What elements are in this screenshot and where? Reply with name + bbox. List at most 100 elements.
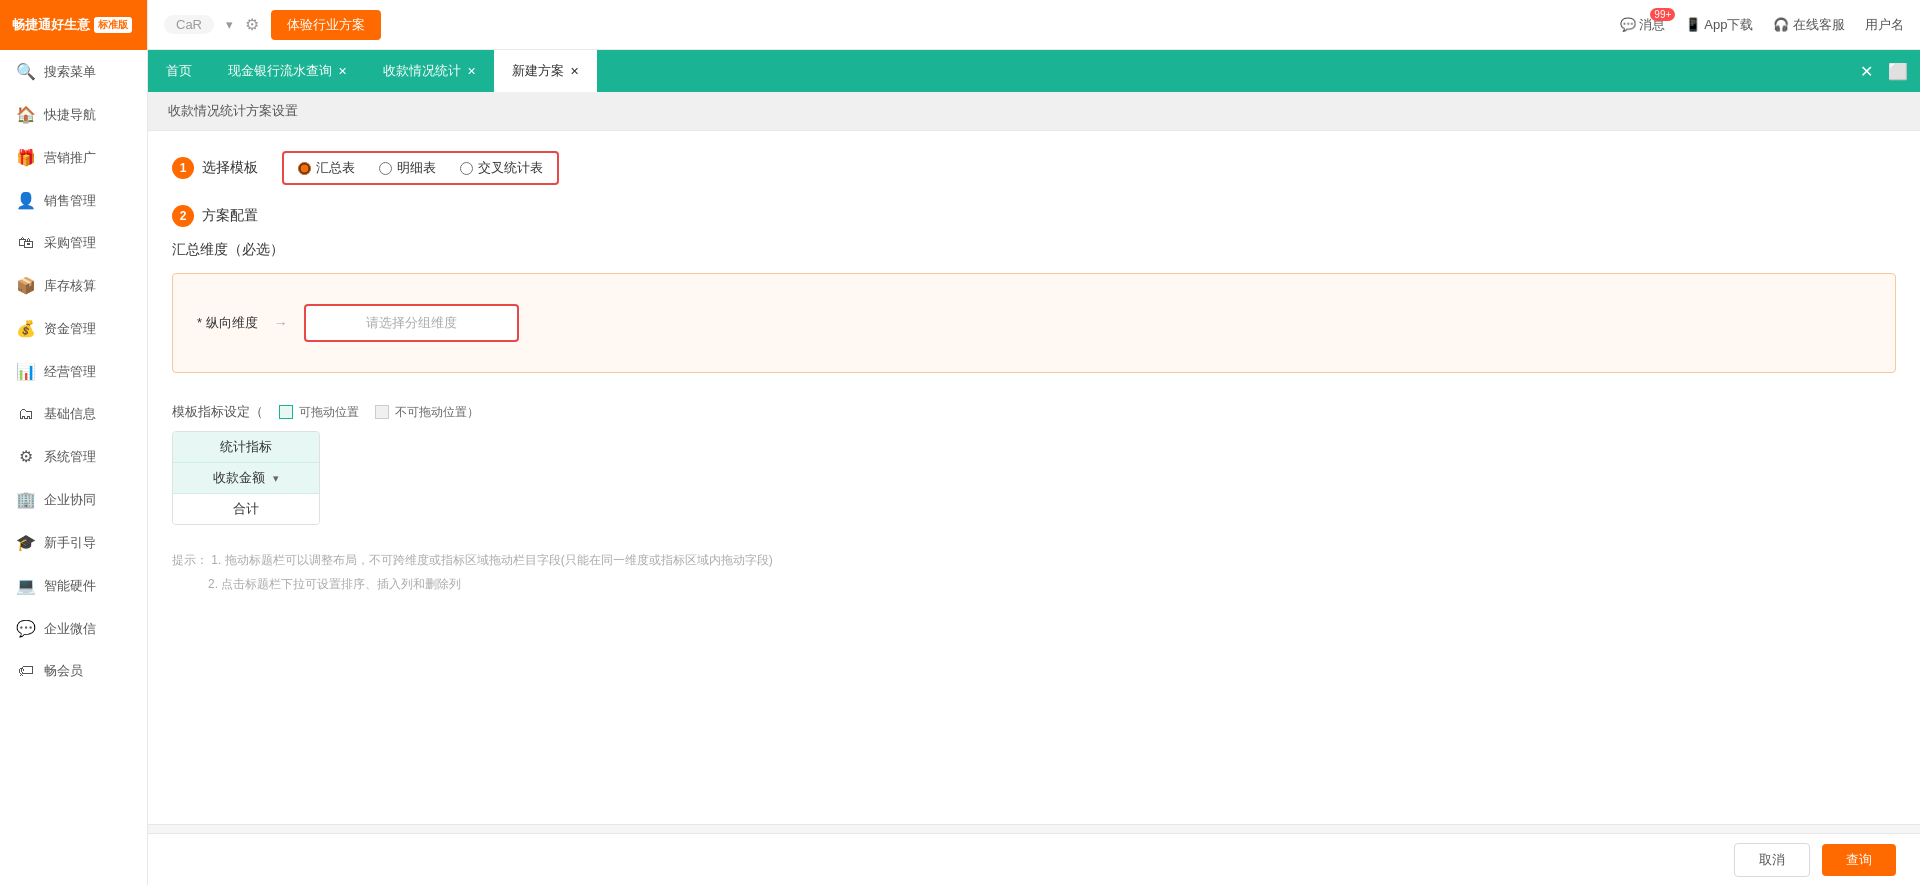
step1-section: 1 选择模板 汇总表 明细表 交叉统计表	[172, 151, 1896, 185]
online-service-button[interactable]: 🎧 在线客服	[1773, 16, 1845, 34]
tab-new-plan[interactable]: 新建方案 ✕	[494, 50, 597, 92]
sidebar-item-member[interactable]: 🏷 畅会员	[0, 650, 147, 692]
sidebar-item-label: 基础信息	[44, 405, 96, 423]
dimension-placeholder[interactable]: 请选择分组维度	[304, 304, 519, 342]
sidebar-item-label: 企业协同	[44, 491, 96, 509]
message-badge: 99+	[1650, 8, 1675, 21]
sidebar-item-label: 经营管理	[44, 363, 96, 381]
message-button[interactable]: 💬 消息 99+	[1620, 16, 1666, 34]
sidebar-item-sales[interactable]: 👤 销售管理	[0, 179, 147, 222]
sidebar-item-basic-info[interactable]: 🗂 基础信息	[0, 393, 147, 435]
logo: 畅捷通好生意 标准版	[0, 0, 147, 50]
sidebar-item-label: 资金管理	[44, 320, 96, 338]
radio-summary[interactable]: 汇总表	[298, 159, 355, 177]
quick-nav-icon: 🏠	[16, 105, 36, 124]
radio-detail-label: 明细表	[397, 159, 436, 177]
tips-prefix: 提示：	[172, 553, 208, 567]
app-download-button[interactable]: 📱 App下载	[1685, 16, 1753, 34]
content-area: 收款情况统计方案设置 1 选择模板 汇总表 明细表	[148, 92, 1920, 833]
marketing-icon: 🎁	[16, 148, 36, 167]
indicator-table-header: 统计指标	[173, 432, 319, 463]
form-area: 1 选择模板 汇总表 明细表 交叉统计表	[148, 131, 1920, 824]
operation-icon: 📊	[16, 362, 36, 381]
tip1-text: 1. 拖动标题栏可以调整布局，不可跨维度或指标区域拖动栏目字段(只能在同一维度或…	[211, 553, 772, 567]
sidebar-item-marketing[interactable]: 🎁 营销推广	[0, 136, 147, 179]
member-icon: 🏷	[16, 662, 36, 680]
user-info[interactable]: 用户名	[1865, 16, 1904, 34]
sidebar-item-quick-nav[interactable]: 🏠 快捷导航	[0, 93, 147, 136]
guide-icon: 🎓	[16, 533, 36, 552]
dimension-arrow: →	[274, 315, 288, 331]
movable-legend: 可拖动位置	[279, 404, 359, 421]
smart-hw-icon: 💻	[16, 576, 36, 595]
system-icon: ⚙	[16, 447, 36, 466]
logo-text: 畅捷通好生意	[12, 17, 90, 33]
col1-dropdown-icon[interactable]: ▾	[273, 472, 279, 485]
col1-row-text: 合计	[233, 501, 259, 516]
vertical-dim-label: * 纵向维度	[197, 314, 258, 332]
search-menu-icon: 🔍	[16, 62, 36, 81]
tab-bank-flow-close[interactable]: ✕	[338, 65, 347, 78]
bottom-action-bar: 取消 查询	[148, 833, 1920, 885]
sidebar-item-inventory[interactable]: 📦 库存核算	[0, 264, 147, 307]
settings-icon[interactable]: ⚙	[245, 15, 259, 34]
main-area: CaR ▾ ⚙ 体验行业方案 💬 消息 99+ 📱 App下载 🎧 在线客服 用…	[148, 0, 1920, 885]
radio-summary-label: 汇总表	[316, 159, 355, 177]
sidebar-item-enterprise[interactable]: 🏢 企业协同	[0, 478, 147, 521]
indicator-title-text: 模板指标设定（	[172, 403, 263, 421]
radio-detail[interactable]: 明细表	[379, 159, 436, 177]
radio-cross-input[interactable]	[460, 162, 473, 175]
step2-section: 2 方案配置 汇总维度（必选） * 纵向维度 → 请选择分组维度	[172, 205, 1896, 596]
indicator-header: 模板指标设定（ 可拖动位置 不可拖动位置）	[172, 403, 1896, 421]
sidebar-item-funds[interactable]: 💰 资金管理	[0, 307, 147, 350]
indicator-table: 统计指标 收款金额 ▾ 合计	[172, 431, 320, 525]
radio-cross-label: 交叉统计表	[478, 159, 543, 177]
radio-summary-input[interactable]	[298, 162, 311, 175]
basic-info-icon: 🗂	[16, 405, 36, 423]
tab-bank-flow[interactable]: 现金银行流水查询 ✕	[210, 50, 365, 92]
breadcrumb: CaR	[164, 15, 214, 34]
tab-collect-stat-label: 收款情况统计	[383, 62, 461, 80]
sidebar-item-smart-hw[interactable]: 💻 智能硬件	[0, 564, 147, 607]
edition-badge: 标准版	[94, 17, 132, 33]
tip2-text: 2. 点击标题栏下拉可设置排序、插入列和删除列	[208, 577, 461, 591]
sidebar-item-system[interactable]: ⚙ 系统管理	[0, 435, 147, 478]
close-window-icon[interactable]: ✕	[1852, 57, 1880, 85]
step2-label: 方案配置	[202, 207, 258, 225]
tab-collect-stat[interactable]: 收款情况统计 ✕	[365, 50, 494, 92]
header-left: CaR ▾ ⚙ 体验行业方案	[164, 10, 381, 40]
cancel-button[interactable]: 取消	[1734, 843, 1810, 877]
sidebar-item-label: 营销推广	[44, 149, 96, 167]
sidebar-item-operation[interactable]: 📊 经营管理	[0, 350, 147, 393]
tab-collect-stat-close[interactable]: ✕	[467, 65, 476, 78]
sidebar-item-purchase[interactable]: 🛍 采购管理	[0, 222, 147, 264]
tabbar: 首页 现金银行流水查询 ✕ 收款情况统计 ✕ 新建方案 ✕ ✕ ⬜	[148, 50, 1920, 92]
sidebar-item-wechat[interactable]: 💬 企业微信	[0, 607, 147, 650]
page-title: 收款情况统计方案设置	[148, 92, 1920, 131]
wechat-icon: 💬	[16, 619, 36, 638]
breadcrumb-dropdown-icon[interactable]: ▾	[226, 17, 233, 32]
maximize-window-icon[interactable]: ⬜	[1884, 57, 1912, 85]
tips-area: 提示： 1. 拖动标题栏可以调整布局，不可跨维度或指标区域拖动栏目字段(只能在同…	[172, 548, 773, 596]
query-button[interactable]: 查询	[1822, 844, 1896, 876]
col1-header[interactable]: 收款金额 ▾	[173, 463, 319, 494]
unmovable-legend: 不可拖动位置）	[375, 404, 479, 421]
sidebar-item-label: 库存核算	[44, 277, 96, 295]
sidebar-item-search-menu[interactable]: 🔍 搜索菜单	[0, 50, 147, 93]
dimension-row: * 纵向维度 → 请选择分组维度	[197, 304, 1871, 342]
tab-new-plan-close[interactable]: ✕	[570, 65, 579, 78]
tab-home-label: 首页	[166, 62, 192, 80]
industry-btn[interactable]: 体验行业方案	[271, 10, 381, 40]
sidebar-item-guide[interactable]: 🎓 新手引导	[0, 521, 147, 564]
radio-cross[interactable]: 交叉统计表	[460, 159, 543, 177]
step1-label: 选择模板	[202, 159, 258, 177]
tab-home[interactable]: 首页	[148, 50, 210, 92]
enterprise-icon: 🏢	[16, 490, 36, 509]
header-right: 💬 消息 99+ 📱 App下载 🎧 在线客服 用户名	[1620, 16, 1904, 34]
sidebar-item-label: 企业微信	[44, 620, 96, 638]
sidebar-item-label: 搜索菜单	[44, 63, 96, 81]
col1-header-text: 收款金额	[213, 469, 265, 487]
radio-detail-input[interactable]	[379, 162, 392, 175]
download-label: App下载	[1704, 17, 1753, 32]
service-label: 在线客服	[1793, 17, 1845, 32]
